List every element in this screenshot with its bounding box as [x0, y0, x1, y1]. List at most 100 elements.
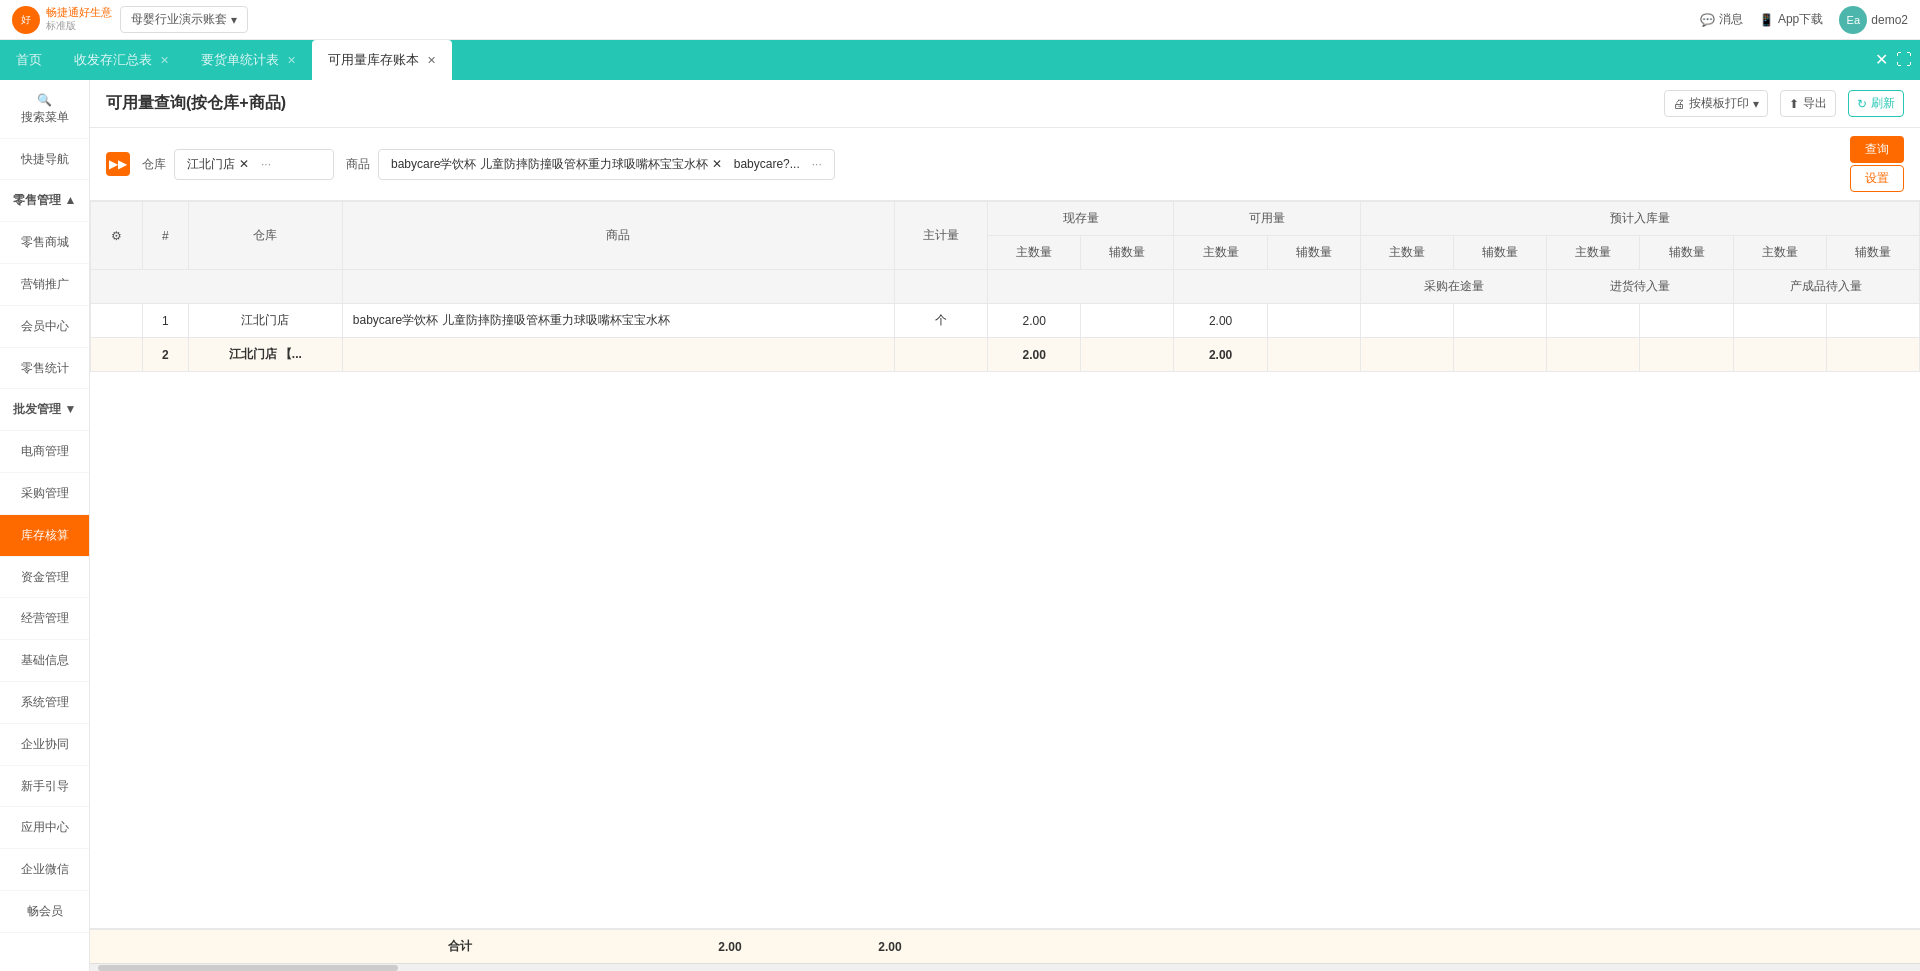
product-tag1-close[interactable]: ✕: [712, 157, 722, 171]
sidebar-item-ops-label: 经营管理: [21, 611, 69, 625]
tab-receive-summary[interactable]: 收发存汇总表 ✕: [58, 40, 185, 80]
tab-bar: 首页 收发存汇总表 ✕ 要货单统计表 ✕ 可用量库存账本 ✕ ✕ ⛶: [0, 40, 1920, 80]
product-filter-group: 商品 babycare学饮杯 儿童防摔防撞吸管杯重力球吸嘴杯宝宝水杯 ✕ bab…: [346, 149, 835, 180]
export-icon: ⬆: [1789, 97, 1799, 111]
tab-home[interactable]: 首页: [0, 40, 58, 80]
user-action[interactable]: Ea demo2: [1839, 6, 1908, 34]
footer-available-main: 2.00: [850, 940, 930, 954]
sidebar-item-system-mgmt[interactable]: 系统管理: [0, 682, 89, 724]
subtotal-current-aux: [1081, 338, 1174, 372]
subtotal-available-main: 2.00: [1174, 338, 1267, 372]
warehouse-tag-close[interactable]: ✕: [239, 157, 249, 171]
chevron-icon: ▲: [65, 192, 77, 209]
cell-purchase-transit-main: [1360, 304, 1453, 338]
user-initials: Ea: [1847, 14, 1860, 26]
sidebar-item-new-guide[interactable]: 新手引导: [0, 766, 89, 808]
industry-selector[interactable]: 母婴行业演示账套 ▾: [120, 6, 248, 33]
sidebar-item-retail-store-label: 零售商城: [21, 235, 69, 249]
sidebar-item-marketing[interactable]: 营销推广: [0, 264, 89, 306]
chevron-down-icon2: ▼: [65, 401, 77, 418]
user-name: demo2: [1871, 13, 1908, 27]
subtotal-purchase-main: [1360, 338, 1453, 372]
sidebar-item-wholesale-mgmt[interactable]: 批发管理 ▼: [0, 389, 89, 431]
sidebar-item-app-center[interactable]: 应用中心: [0, 807, 89, 849]
col-available-main-header: 主数量: [1174, 236, 1267, 270]
col-sub-label: [91, 270, 343, 304]
sidebar-item-basic-info[interactable]: 基础信息: [0, 640, 89, 682]
filter-btn-group: 查询 设置: [1850, 136, 1904, 192]
sidebar-item-retail-stats[interactable]: 零售统计: [0, 348, 89, 390]
cell-current-main: 2.00: [988, 304, 1081, 338]
col-available-aux-header: 辅数量: [1267, 236, 1360, 270]
filter-toggle-btn[interactable]: ▶▶: [106, 152, 130, 176]
col-finished-aux-header: 辅数量: [1826, 236, 1919, 270]
sidebar-item-purchase[interactable]: 采购管理: [0, 473, 89, 515]
warehouse-filter-input[interactable]: 江北门店 ✕ ···: [174, 149, 334, 180]
refresh-label: 刷新: [1871, 95, 1895, 112]
cell-finished-aux: [1826, 304, 1919, 338]
tab-available-stock[interactable]: 可用量库存账本 ✕: [312, 40, 452, 80]
sidebar-item-member-center[interactable]: 会员中心: [0, 306, 89, 348]
download-action[interactable]: 📱 App下载: [1759, 11, 1823, 28]
subtotal-gear: [91, 338, 143, 372]
main-layout: 🔍 搜索菜单 快捷导航 零售管理 ▲ 零售商城 营销推广 会员中心 零售统计 批…: [0, 80, 1920, 971]
top-bar-left: 好 畅捷通好生意 标准版 母婴行业演示账套 ▾: [12, 6, 248, 34]
col-incoming-aux-header: 辅数量: [1640, 236, 1733, 270]
logo-text: 畅捷通好生意: [46, 6, 112, 19]
cell-incoming-main: [1547, 304, 1640, 338]
sidebar-quick-nav[interactable]: 快捷导航: [0, 139, 89, 181]
cell-num: 1: [143, 304, 188, 338]
sidebar-item-ecommerce[interactable]: 电商管理: [0, 431, 89, 473]
sidebar-item-ops[interactable]: 经营管理: [0, 598, 89, 640]
refresh-btn[interactable]: ↻ 刷新: [1848, 90, 1904, 117]
export-label: 导出: [1803, 95, 1827, 112]
col-gear[interactable]: ⚙: [91, 202, 143, 270]
template-print-btn[interactable]: 🖨 按模板打印 ▾: [1664, 90, 1768, 117]
tab-order-stats[interactable]: 要货单统计表 ✕: [185, 40, 312, 80]
message-icon: 💬: [1700, 13, 1715, 27]
settings-btn[interactable]: 设置: [1850, 165, 1904, 192]
tab-fullscreen-btn[interactable]: ⛶: [1896, 52, 1912, 68]
page-actions: 🖨 按模板打印 ▾ ⬆ 导出 ↻ 刷新: [1664, 90, 1904, 117]
tab-available-stock-close[interactable]: ✕: [427, 54, 436, 67]
sidebar-item-retail-stats-label: 零售统计: [21, 361, 69, 375]
sidebar-item-inventory-check-label: 库存核算: [21, 528, 69, 542]
cell-available-main: 2.00: [1174, 304, 1267, 338]
col-sub-purchase: 采购在途量: [1360, 270, 1546, 304]
warehouse-tag: 江北门店 ✕: [183, 154, 253, 175]
sidebar-item-retail-store[interactable]: 零售商城: [0, 222, 89, 264]
export-btn[interactable]: ⬆ 导出: [1780, 90, 1836, 117]
sidebar-item-basic-info-label: 基础信息: [21, 653, 69, 667]
col-incoming-main-header: 主数量: [1547, 236, 1640, 270]
subtotal-unit: [894, 338, 987, 372]
sidebar-item-finance[interactable]: 资金管理: [0, 557, 89, 599]
tab-order-stats-close[interactable]: ✕: [287, 54, 296, 67]
tab-receive-summary-close[interactable]: ✕: [160, 54, 169, 67]
product-filter-input[interactable]: babycare学饮杯 儿童防摔防撞吸管杯重力球吸嘴杯宝宝水杯 ✕ babyca…: [378, 149, 835, 180]
subtotal-finished-main: [1733, 338, 1826, 372]
footer-label: 合计: [290, 938, 630, 955]
product-tag2-value: babycare?...: [734, 157, 800, 171]
sidebar-item-inventory-check[interactable]: 库存核算: [0, 515, 89, 557]
sidebar-item-enterprise-collab[interactable]: 企业协同: [0, 724, 89, 766]
query-btn[interactable]: 查询: [1850, 136, 1904, 163]
col-available-header: 可用量: [1174, 202, 1360, 236]
top-bar-right: 💬 消息 📱 App下载 Ea demo2: [1700, 6, 1908, 34]
sidebar-item-member[interactable]: 畅会员: [0, 891, 89, 933]
message-action[interactable]: 💬 消息: [1700, 11, 1743, 28]
tab-bar-actions: ✕ ⛶: [1875, 52, 1920, 68]
logo-area: 好 畅捷通好生意 标准版: [12, 6, 112, 34]
product-dots: ···: [808, 157, 826, 171]
scrollbar-area[interactable]: [90, 963, 1920, 971]
logo-icon: 好: [12, 6, 40, 34]
sidebar-item-new-guide-label: 新手引导: [21, 779, 69, 793]
cell-unit: 个: [894, 304, 987, 338]
sidebar-item-finance-label: 资金管理: [21, 570, 69, 584]
tab-close-all-btn[interactable]: ✕: [1875, 52, 1888, 68]
sidebar-item-retail-mgmt[interactable]: 零售管理 ▲: [0, 180, 89, 222]
download-icon: 📱: [1759, 13, 1774, 27]
sidebar-search[interactable]: 🔍 搜索菜单: [0, 80, 89, 139]
scrollbar-thumb[interactable]: [98, 965, 398, 971]
sidebar-item-enterprise-wechat[interactable]: 企业微信: [0, 849, 89, 891]
subtotal-row: 2 江北门店 【... 2.00 2.00: [91, 338, 1920, 372]
